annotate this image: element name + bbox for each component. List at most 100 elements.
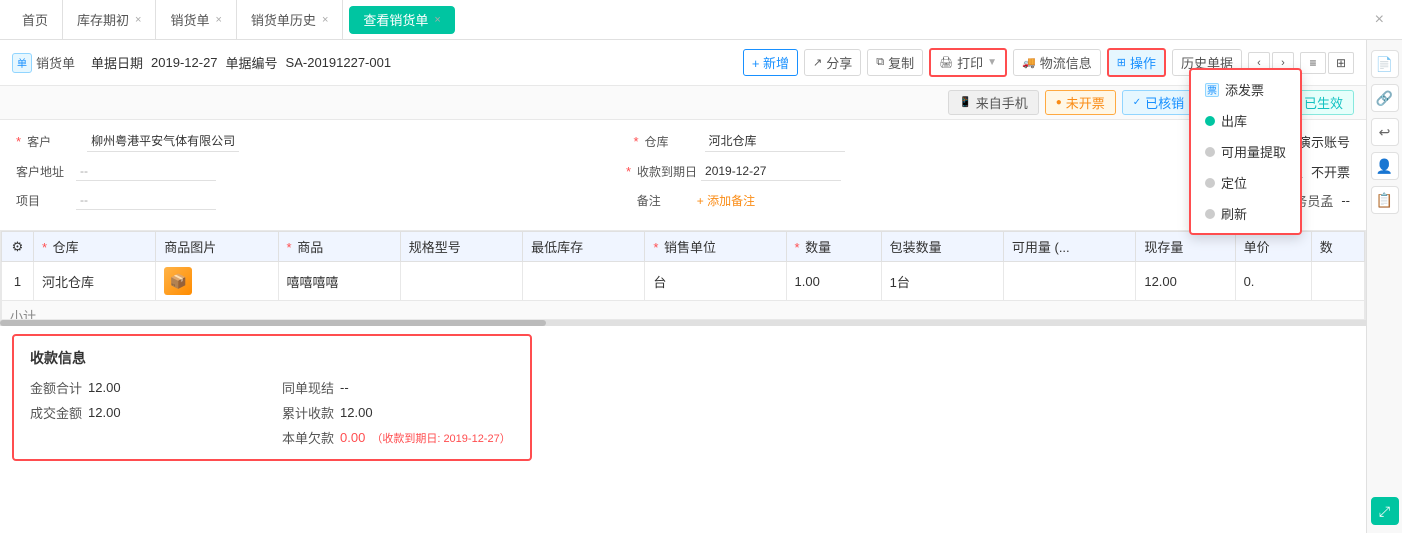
invoice-status-btn[interactable]: ● 未开票 xyxy=(1045,90,1116,115)
verified-status-btn[interactable]: ✓ 已核销 xyxy=(1122,90,1195,115)
product-image: 📦 xyxy=(164,267,192,295)
operations-dropdown: 票 添发票 出库 可用量提取 定位 刷新 xyxy=(1189,68,1302,235)
tab-inventory-init[interactable]: 库存期初 × xyxy=(63,0,156,39)
dropdown-outbound[interactable]: 出库 xyxy=(1191,105,1300,136)
project-value: -- xyxy=(76,191,216,210)
grid-view-button[interactable]: ⊞ xyxy=(1328,52,1354,74)
doc-type-label: 销货单 xyxy=(36,53,75,72)
row-amount xyxy=(1311,262,1364,301)
col-product: * 商品 xyxy=(278,232,400,262)
locate-icon xyxy=(1205,178,1215,188)
new-button[interactable]: + 新增 xyxy=(743,49,798,76)
note-field: 备注 + 添加备注 xyxy=(637,192,1258,209)
row-pkg-qty: 1台 xyxy=(881,262,1003,301)
address-value: -- xyxy=(76,162,216,181)
tab-bar: 首页 库存期初 × 销货单 × 销货单历史 × 查看销货单 × × xyxy=(0,0,1402,40)
doc-badge: 单 销货单 xyxy=(12,53,75,73)
date-value: 2019-12-27 xyxy=(151,55,218,70)
same-order-settlement-field: 同单现结 -- xyxy=(282,378,514,397)
number-label: 单据编号 xyxy=(226,53,278,72)
row-warehouse: 河北仓库 xyxy=(34,262,156,301)
dropdown-locate[interactable]: 定位 xyxy=(1191,167,1300,198)
right-sidebar: 📄 🔗 ↩ 👤 📋 ⤢ xyxy=(1366,40,1402,533)
print-button[interactable]: 🖨 打印 ▼ xyxy=(929,48,1007,77)
due-date-value: 2019-12-27 xyxy=(701,162,841,181)
col-qty: * 数量 xyxy=(786,232,881,262)
payment-section: 收款信息 金额合计 12.00 同单现结 -- 成交金额 12.00 累计收款 … xyxy=(12,334,532,461)
logistics-button[interactable]: 🚚 物流信息 xyxy=(1013,49,1101,76)
deal-amount-field: 成交金额 12.00 xyxy=(30,403,262,422)
row-product-name: 嘻嘻嘻嘻 xyxy=(278,262,400,301)
form-area: * 客户 柳州粤港平安气体有限公司 * 仓库 河北仓库 业务员 演示账号 客户地… xyxy=(0,120,1366,230)
close-tab-view-sales[interactable]: × xyxy=(434,14,440,26)
refresh-icon xyxy=(1205,209,1215,219)
warehouse-field: * 仓库 河北仓库 xyxy=(633,130,1250,152)
product-table: ⚙ * 仓库 商品图片 * 商品 规格型号 最低库存 * 销售单位 * 数量 包… xyxy=(1,231,1365,320)
row-price: 0. xyxy=(1235,262,1311,301)
sidebar-icon-doc[interactable]: 📄 xyxy=(1371,50,1399,78)
col-min-stock: 最低库存 xyxy=(523,232,645,262)
doc-header: 单 销货单 单据日期 2019-12-27 单据编号 SA-20191227-0… xyxy=(0,40,1366,86)
operations-button[interactable]: ⊞ 操作 xyxy=(1107,48,1166,77)
copy-button[interactable]: ⧉ 复制 xyxy=(867,49,923,76)
window-close-button[interactable]: × xyxy=(1365,11,1394,29)
due-date-field: * 收款到期日 2019-12-27 xyxy=(626,162,1236,181)
tab-sales-history[interactable]: 销货单历史 × xyxy=(237,0,343,39)
cumulative-payment-field: 累计收款 12.00 xyxy=(282,403,514,422)
col-unit: * 销售单位 xyxy=(645,232,786,262)
address-field: 客户地址 -- xyxy=(16,162,626,181)
dropdown-refresh[interactable]: 刷新 xyxy=(1191,198,1300,229)
view-buttons: ≡ ⊞ xyxy=(1300,52,1354,74)
row-no: 1 xyxy=(2,262,34,301)
col-price: 单价 xyxy=(1235,232,1311,262)
subtotal-label: 小计 xyxy=(2,301,1365,321)
table-row: 1 河北仓库 📦 嘻嘻嘻嘻 台 1.00 1台 xyxy=(2,262,1365,301)
payment-grid: 金额合计 12.00 同单现结 -- 成交金额 12.00 累计收款 12.00… xyxy=(30,378,514,447)
add-note-button[interactable]: + 添加备注 xyxy=(697,192,755,209)
col-avail: 可用量 (... xyxy=(1003,232,1135,262)
tab-home[interactable]: 首页 xyxy=(8,0,63,39)
project-field: 项目 -- xyxy=(16,191,637,210)
col-amount: 数 xyxy=(1311,232,1364,262)
sidebar-icon-list[interactable]: 📋 xyxy=(1371,186,1399,214)
col-product-img: 商品图片 xyxy=(156,232,278,262)
sidebar-icon-user[interactable]: 👤 xyxy=(1371,152,1399,180)
subtotal-row: 小计 xyxy=(2,301,1365,321)
dropdown-add-invoice[interactable]: 票 添发票 xyxy=(1191,74,1300,105)
row-min-stock xyxy=(523,262,645,301)
form-row-2: 客户地址 -- * 收款到期日 2019-12-27 * 票据类型 不开票 xyxy=(16,162,1350,181)
outbound-icon xyxy=(1205,116,1215,126)
doc-meta: 单据日期 2019-12-27 单据编号 SA-20191227-001 xyxy=(91,53,391,72)
close-tab-inventory[interactable]: × xyxy=(135,14,141,26)
tab-sales-order[interactable]: 销货单 × xyxy=(156,0,236,39)
product-table-container: ⚙ * 仓库 商品图片 * 商品 规格型号 最低库存 * 销售单位 * 数量 包… xyxy=(0,230,1366,320)
number-value: SA-20191227-001 xyxy=(286,55,392,70)
col-pkg-qty: 包装数量 xyxy=(881,232,1003,262)
tab-view-sales[interactable]: 查看销货单 × xyxy=(349,6,454,34)
row-current: 12.00 xyxy=(1136,262,1235,301)
avail-qty-icon xyxy=(1205,147,1215,157)
col-settings: ⚙ xyxy=(2,232,34,262)
date-label: 单据日期 xyxy=(91,53,143,72)
row-unit: 台 xyxy=(645,262,786,301)
total-amount-field: 金额合计 12.00 xyxy=(30,378,262,397)
sidebar-icon-link[interactable]: 🔗 xyxy=(1371,84,1399,112)
row-avail xyxy=(1003,262,1135,301)
sidebar-icon-return[interactable]: ↩ xyxy=(1371,118,1399,146)
close-tab-history[interactable]: × xyxy=(322,14,328,26)
table-scrollbar[interactable] xyxy=(0,320,1366,326)
warehouse-value: 河北仓库 xyxy=(705,130,845,152)
table-header-row: ⚙ * 仓库 商品图片 * 商品 规格型号 最低库存 * 销售单位 * 数量 包… xyxy=(2,232,1365,262)
status-bar: 📱 来自手机 ● 未开票 ✓ 已核销 ✓ 已核销 ✓ 已生效 xyxy=(0,86,1366,120)
close-tab-sales[interactable]: × xyxy=(215,14,221,26)
sidebar-icon-expand[interactable]: ⤢ xyxy=(1371,497,1399,525)
col-spec: 规格型号 xyxy=(400,232,522,262)
share-button[interactable]: ↗ 分享 xyxy=(804,49,861,76)
mobile-status-btn[interactable]: 📱 来自手机 xyxy=(948,90,1038,115)
dropdown-available-qty[interactable]: 可用量提取 xyxy=(1191,136,1300,167)
customer-field: * 客户 柳州粤港平安气体有限公司 xyxy=(16,130,633,152)
add-invoice-icon: 票 xyxy=(1205,83,1219,97)
doc-title-area: 单 销货单 单据日期 2019-12-27 单据编号 SA-20191227-0… xyxy=(12,53,743,73)
list-view-button[interactable]: ≡ xyxy=(1300,52,1326,74)
row-spec xyxy=(400,262,522,301)
